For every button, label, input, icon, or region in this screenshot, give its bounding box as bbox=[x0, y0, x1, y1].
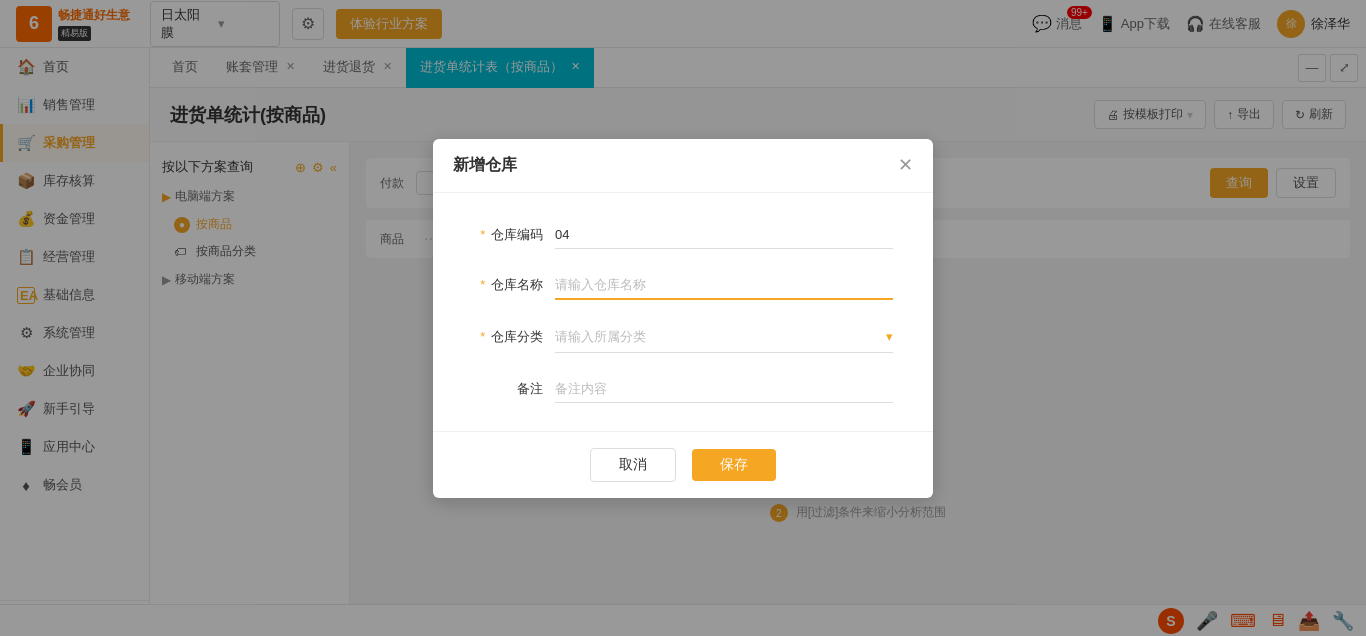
modal-footer: 取消 保存 bbox=[433, 431, 933, 498]
category-chevron-icon: ▾ bbox=[886, 329, 893, 344]
modal-title: 新增仓库 bbox=[453, 155, 517, 176]
warehouse-code-row: * 仓库编码 bbox=[473, 221, 893, 249]
modal-header: 新增仓库 ✕ bbox=[433, 139, 933, 193]
cancel-button[interactable]: 取消 bbox=[590, 448, 676, 482]
warehouse-code-label: * 仓库编码 bbox=[473, 226, 543, 244]
warehouse-name-label: * 仓库名称 bbox=[473, 276, 543, 294]
add-warehouse-modal: 新增仓库 ✕ * 仓库编码 * 仓库名称 bbox=[433, 139, 933, 498]
modal-close-button[interactable]: ✕ bbox=[898, 156, 913, 174]
warehouse-remark-label: 备注 bbox=[473, 380, 543, 398]
warehouse-remark-row: 备注 bbox=[473, 375, 893, 403]
modal-body: * 仓库编码 * 仓库名称 * 仓库分类 请输入 bbox=[433, 193, 933, 431]
warehouse-category-label: * 仓库分类 bbox=[473, 328, 543, 346]
warehouse-category-select[interactable]: 请输入所属分类 ▾ bbox=[555, 322, 893, 353]
warehouse-name-row: * 仓库名称 bbox=[473, 271, 893, 300]
warehouse-name-input[interactable] bbox=[555, 271, 893, 300]
warehouse-remark-input[interactable] bbox=[555, 375, 893, 403]
warehouse-category-row: * 仓库分类 请输入所属分类 ▾ bbox=[473, 322, 893, 353]
warehouse-code-input[interactable] bbox=[555, 221, 893, 249]
save-button[interactable]: 保存 bbox=[692, 449, 776, 481]
modal-overlay: 新增仓库 ✕ * 仓库编码 * 仓库名称 bbox=[0, 0, 1366, 636]
